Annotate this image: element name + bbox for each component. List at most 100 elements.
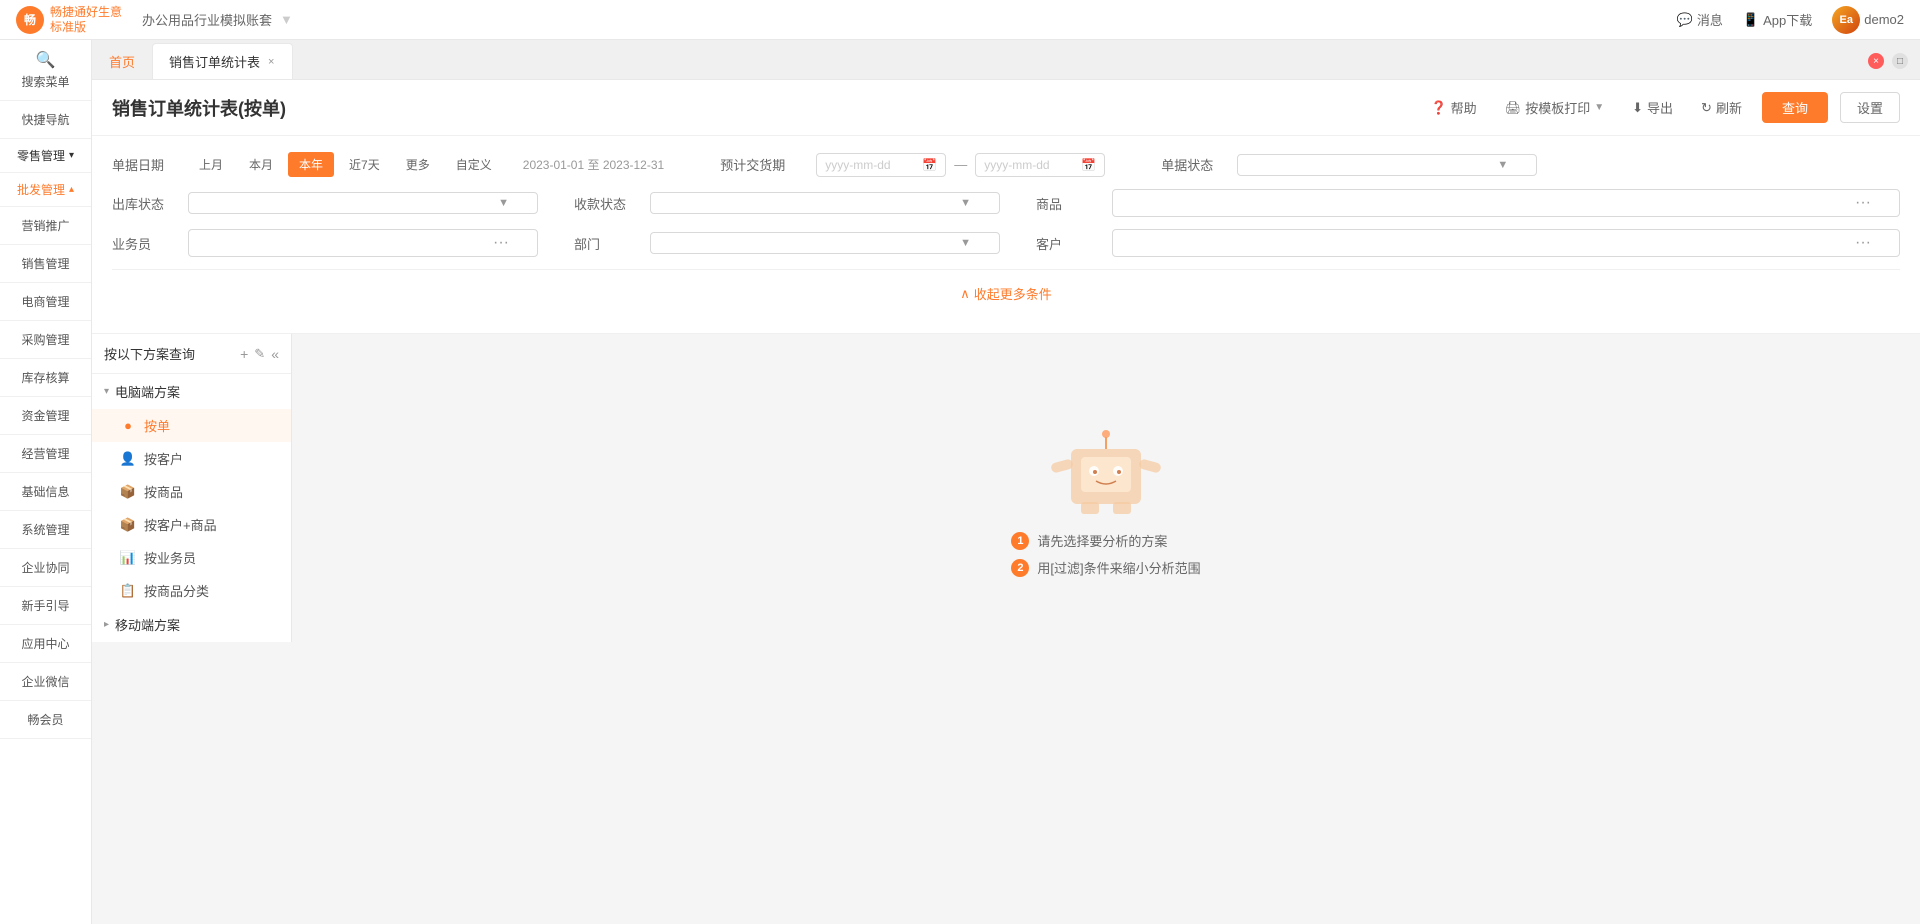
chevron-right-mobile-icon: ▸ <box>104 619 109 630</box>
date-tab-this-month[interactable]: 本月 <box>238 152 284 177</box>
sidebar-item-basics[interactable]: 基础信息 <box>0 473 91 511</box>
delivery-status-arrow-icon: ▼ <box>498 197 509 209</box>
date-tab-custom[interactable]: 自定义 <box>445 152 503 177</box>
goods-select[interactable]: ··· <box>1112 189 1900 217</box>
page-title-bar: 销售订单统计表(按单) ❓ 帮助 🖨 按模板打印 ▼ ⬇ <box>92 80 1920 136</box>
refresh-button[interactable]: ↻ 刷新 <box>1693 94 1750 121</box>
scheme-item-by-category[interactable]: 📋 按商品分类 <box>92 574 291 607</box>
settings-button[interactable]: 设置 <box>1840 92 1900 123</box>
department-label: 部门 <box>574 234 634 253</box>
by-customer-icon: 👤 <box>120 451 136 467</box>
sidebar-item-newbie[interactable]: 新手引导 <box>0 587 91 625</box>
receipt-status-select[interactable]: ▼ <box>650 192 1000 214</box>
by-cust-goods-icon: 📦 <box>120 517 136 533</box>
sidebar-item-marketing[interactable]: 营销推广 <box>0 207 91 245</box>
tab-bar: 首页 销售订单统计表 × × □ <box>92 40 1920 80</box>
tab-home[interactable]: 首页 <box>92 43 152 79</box>
sidebar-item-finance[interactable]: 资金管理 <box>0 397 91 435</box>
sidebar-item-search[interactable]: 🔍 搜索菜单 <box>0 40 91 101</box>
logo-tagline: 标准版 <box>50 20 122 34</box>
delivery-status-select[interactable]: ▼ <box>188 192 538 214</box>
date-tab-more[interactable]: 更多 <box>395 152 441 177</box>
customer-select[interactable]: ··· <box>1112 229 1900 257</box>
scheme-actions: + ✎ « <box>240 346 279 362</box>
date-tab-last-month[interactable]: 上月 <box>188 152 234 177</box>
receipt-status-arrow-icon: ▼ <box>960 197 971 209</box>
salesperson-select[interactable]: ··· <box>188 229 538 257</box>
download-action[interactable]: 📱 App下载 <box>1743 10 1812 29</box>
hint-num-1: 1 <box>1011 532 1029 550</box>
sidebar-item-sales[interactable]: 销售管理 <box>0 245 91 283</box>
avatar: Ea <box>1832 6 1860 34</box>
date-tab-7days[interactable]: 近7天 <box>338 152 391 177</box>
breadcrumb-title: 办公用品行业模拟账套 <box>142 10 272 29</box>
scheme-group-mobile-header[interactable]: ▸ 移动端方案 <box>92 607 291 642</box>
by-category-icon: 📋 <box>120 583 136 599</box>
calendar-end-icon: 📅 <box>1081 158 1096 172</box>
sidebar-item-enterprise[interactable]: 企业协同 <box>0 549 91 587</box>
filter-row-2: 出库状态 ▼ 收款状态 ▼ 商品 ··· <box>112 189 1900 217</box>
collapse-button[interactable]: ∧ 收起更多条件 <box>112 276 1900 311</box>
sidebar-item-ecommerce[interactable]: 电商管理 <box>0 283 91 321</box>
date-label: 单据日期 <box>112 155 172 174</box>
header-left: 畅 畅捷通好生意 标准版 办公用品行业模拟账套 ▼ <box>16 5 293 34</box>
salesperson-dots[interactable]: ··· <box>493 234 509 252</box>
filter-row-3: 业务员 ··· 部门 ▼ 客户 ··· <box>112 229 1900 257</box>
scheme-item-by-salesperson[interactable]: 📊 按业务员 <box>92 541 291 574</box>
tab-bar-actions: × □ <box>1856 43 1920 79</box>
breadcrumb-arrow: ▼ <box>280 12 293 27</box>
help-button[interactable]: ❓ 帮助 <box>1422 94 1484 121</box>
message-action[interactable]: 💬 消息 <box>1677 10 1723 29</box>
scheme-item-by-customer[interactable]: 👤 按客户 <box>92 442 291 475</box>
template-print-button[interactable]: 🖨 按模板打印 ▼ <box>1497 94 1612 121</box>
edit-scheme-icon[interactable]: ✎ <box>254 346 265 362</box>
empty-state: 1 请先选择要分析的方案 2 用[过滤]条件来缩小分析范围 <box>971 359 1240 617</box>
collapse-row: ∧ 收起更多条件 <box>112 269 1900 317</box>
sidebar-item-purchase[interactable]: 采购管理 <box>0 321 91 359</box>
scheme-item-by-order[interactable]: ● 按单 <box>92 409 291 442</box>
department-select[interactable]: ▼ <box>650 232 1000 254</box>
sidebar-item-weixin[interactable]: 企业微信 <box>0 663 91 701</box>
delivery-date-end-input[interactable]: yyyy-mm-dd 📅 <box>975 153 1105 177</box>
salesperson-label: 业务员 <box>112 234 172 253</box>
user-action[interactable]: Ea demo2 <box>1832 6 1904 34</box>
customer-dots[interactable]: ··· <box>1855 234 1871 252</box>
sidebar-item-operations[interactable]: 经营管理 <box>0 435 91 473</box>
sidebar-item-quicknav[interactable]: 快捷导航 <box>0 101 91 139</box>
order-status-arrow-icon: ▼ <box>1497 159 1508 171</box>
collapse-icon: ∧ <box>960 286 970 302</box>
delivery-status-label: 出库状态 <box>112 194 172 213</box>
scheme-group-desktop: ▾ 电脑端方案 ● 按单 👤 按客户 <box>92 374 291 607</box>
filter-row-1: 单据日期 上月 本月 本年 近7天 更多 自定义 2023-01-01 至 20… <box>112 152 1900 177</box>
scheme-item-by-customer-goods[interactable]: 📦 按客户+商品 <box>92 508 291 541</box>
content-area: 首页 销售订单统计表 × × □ 销售订单统计表(按单) <box>92 40 1920 924</box>
collapse-scheme-icon[interactable]: « <box>271 346 279 362</box>
scheme-item-by-goods[interactable]: 📦 按商品 <box>92 475 291 508</box>
scheme-sidebar-header: 按以下方案查询 + ✎ « <box>92 334 291 374</box>
scheme-group-desktop-header[interactable]: ▾ 电脑端方案 <box>92 374 291 409</box>
order-status-label: 单据状态 <box>1161 155 1221 174</box>
logo-icon: 畅 <box>16 6 44 34</box>
logo-text: 畅捷通好生意 <box>50 5 122 19</box>
data-area: 1 请先选择要分析的方案 2 用[过滤]条件来缩小分析范围 <box>292 334 1920 642</box>
query-button[interactable]: 查询 <box>1762 92 1828 123</box>
sidebar-item-retail[interactable]: 零售管理 ▾ <box>0 139 91 173</box>
delivery-date-start-input[interactable]: yyyy-mm-dd 📅 <box>816 153 946 177</box>
window-close-button[interactable]: × <box>1868 53 1884 69</box>
add-scheme-icon[interactable]: + <box>240 346 248 362</box>
date-tab-this-year[interactable]: 本年 <box>288 152 334 177</box>
sidebar-item-inventory[interactable]: 库存核算 <box>0 359 91 397</box>
window-max-button[interactable]: □ <box>1892 53 1908 69</box>
sidebar-item-system[interactable]: 系统管理 <box>0 511 91 549</box>
export-button[interactable]: ⬇ 导出 <box>1624 94 1681 121</box>
sidebar-item-wholesale[interactable]: 批发管理 ▴ <box>0 173 91 207</box>
tab-sales-order[interactable]: 销售订单统计表 × <box>152 43 293 79</box>
sidebar-item-member[interactable]: 畅会员 <box>0 701 91 739</box>
export-icon: ⬇ <box>1632 100 1643 116</box>
date-tabs: 上月 本月 本年 近7天 更多 自定义 <box>188 152 503 177</box>
empty-robot-svg <box>1046 399 1166 519</box>
tab-close-icon[interactable]: × <box>266 54 276 70</box>
sidebar-item-appcenter[interactable]: 应用中心 <box>0 625 91 663</box>
order-status-select[interactable]: ▼ <box>1237 154 1537 176</box>
goods-dots[interactable]: ··· <box>1855 194 1871 212</box>
